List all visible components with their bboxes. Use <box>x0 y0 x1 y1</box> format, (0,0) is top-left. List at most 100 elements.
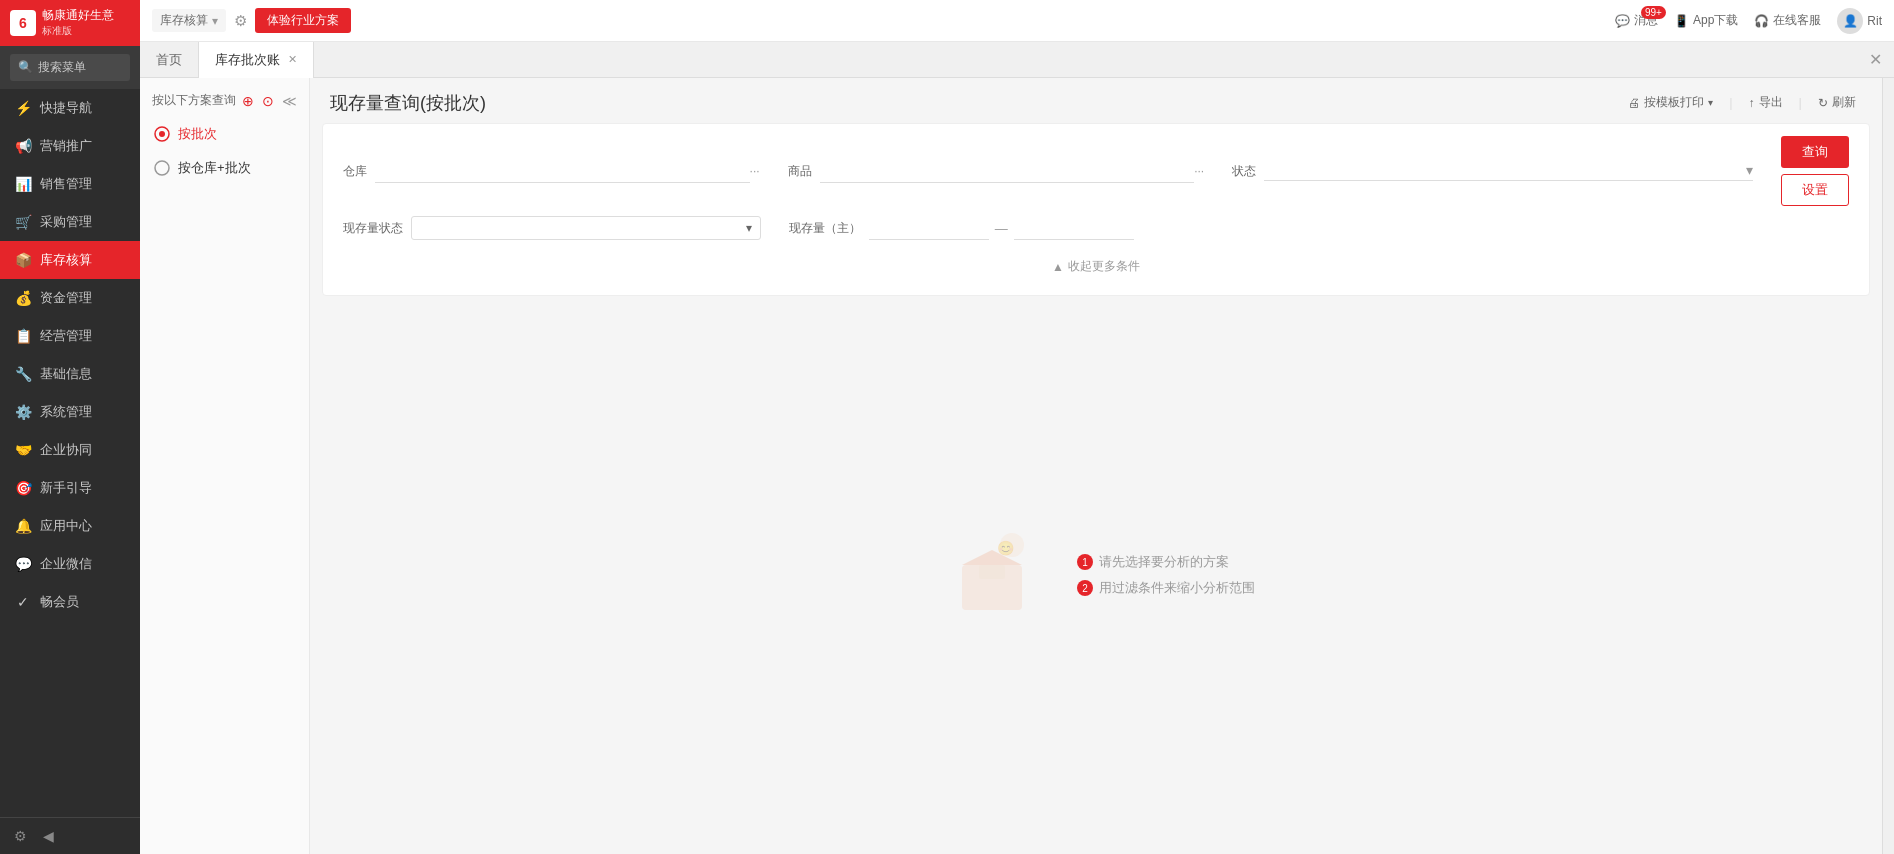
search-icon: 🔍 <box>18 60 33 74</box>
topbar-left: 库存核算 ▾ ⚙ 体验行业方案 <box>152 8 351 33</box>
collapse-icon: ▲ <box>1052 260 1064 274</box>
filter-item-by-warehouse-batch[interactable]: 按仓库+批次 <box>140 151 309 185</box>
status-dropdown-icon[interactable]: ▾ <box>1746 162 1753 178</box>
svg-text:😊: 😊 <box>997 540 1015 557</box>
product-input[interactable] <box>820 160 1195 183</box>
empty-tips: 1 请先选择要分析的方案 2 用过滤条件来缩小分析范围 <box>1077 553 1255 605</box>
svg-rect-5 <box>979 565 1005 579</box>
warehouse-label: 仓库 <box>343 163 367 180</box>
message-badge: 99+ <box>1641 6 1666 19</box>
panel-close-button[interactable]: ✕ <box>1857 50 1894 69</box>
sidebar-item-marketing[interactable]: 📢 营销推广 <box>0 127 140 165</box>
trial-button[interactable]: 体验行业方案 <box>255 8 351 33</box>
member-icon: ✓ <box>14 593 32 611</box>
purchase-icon: 🛒 <box>14 213 32 231</box>
sidebar-item-wechat[interactable]: 💬 企业微信 <box>0 545 140 583</box>
settings-filter-icon[interactable]: ⊙ <box>262 93 274 109</box>
empty-illustration: 😊 <box>937 515 1047 644</box>
stock-status-select-arrow: ▾ <box>746 221 752 235</box>
collapse-conditions-button[interactable]: ▲ 收起更多条件 <box>343 250 1849 283</box>
sidebar-item-member[interactable]: ✓ 畅会员 <box>0 583 140 621</box>
warehouse-more[interactable]: ··· <box>750 164 760 178</box>
quick-nav-icon: ⚡ <box>14 99 32 117</box>
sidebar-footer: ⚙ ◀ <box>0 817 140 854</box>
topbar: 库存核算 ▾ ⚙ 体验行业方案 💬 消息 99+ 📱 App下载 🎧 在线客服 <box>140 0 1894 42</box>
filter-header-icons: ⊕ ⊙ ≪ <box>242 93 297 109</box>
refresh-button[interactable]: ↻ 刷新 <box>1812 90 1862 115</box>
product-more[interactable]: ··· <box>1194 164 1204 178</box>
tab-home[interactable]: 首页 <box>140 42 199 78</box>
wechat-icon: 💬 <box>14 555 32 573</box>
sidebar-item-enterprise[interactable]: 🤝 企业协同 <box>0 431 140 469</box>
tab-batch-account[interactable]: 库存批次账 ✕ <box>199 42 314 78</box>
sidebar-item-quick-nav[interactable]: ⚡ 快捷导航 <box>0 89 140 127</box>
sidebar-item-newbie[interactable]: 🎯 新手引导 <box>0 469 140 507</box>
newbie-icon: 🎯 <box>14 479 32 497</box>
svg-point-1 <box>159 131 165 137</box>
topbar-settings-icon[interactable]: ⚙ <box>234 12 247 30</box>
action-divider-1: | <box>1729 95 1732 110</box>
system-icon: ⚙️ <box>14 403 32 421</box>
print-dropdown-icon: ▾ <box>1708 97 1713 108</box>
stock-status-select[interactable]: ▾ <box>411 216 761 240</box>
tab-close-icon[interactable]: ✕ <box>288 53 297 66</box>
service-icon: 🎧 <box>1754 14 1769 28</box>
main-area: 库存核算 ▾ ⚙ 体验行业方案 💬 消息 99+ 📱 App下载 🎧 在线客服 <box>140 0 1894 854</box>
user-profile-button[interactable]: 👤 Rit <box>1837 8 1882 34</box>
stock-qty-max-input[interactable] <box>1014 217 1134 240</box>
query-area: 现存量查询(按批次) 🖨 按模板打印 ▾ | ↑ 导出 | ↻ <box>310 78 1882 854</box>
set-button[interactable]: 设置 <box>1781 174 1849 206</box>
sidebar-item-purchase[interactable]: 🛒 采购管理 <box>0 203 140 241</box>
app-download-button[interactable]: 📱 App下载 <box>1674 12 1738 29</box>
empty-tip-1: 1 请先选择要分析的方案 <box>1077 553 1255 571</box>
warehouse-input[interactable] <box>375 160 750 183</box>
inventory-icon: 📦 <box>14 251 32 269</box>
filter-title: 按以下方案查询 <box>152 92 236 109</box>
footer-settings-button[interactable]: ⚙ <box>14 828 27 844</box>
add-filter-icon[interactable]: ⊕ <box>242 93 254 109</box>
print-button[interactable]: 🖨 按模板打印 ▾ <box>1622 90 1719 115</box>
sidebar-item-appstore[interactable]: 🔔 应用中心 <box>0 507 140 545</box>
sidebar-item-inventory[interactable]: 📦 库存核算 <box>0 241 140 279</box>
sidebar-item-sales[interactable]: 📊 销售管理 <box>0 165 140 203</box>
appstore-icon: 🔔 <box>14 517 32 535</box>
refresh-icon: ↻ <box>1818 96 1828 110</box>
stock-status-field: 现存量状态 ▾ <box>343 216 761 240</box>
sidebar-item-operations[interactable]: 📋 经营管理 <box>0 317 140 355</box>
empty-state: 😊 1 请先选择要分析的方案 2 用过滤条件来缩小分析范围 <box>310 304 1882 854</box>
breadcrumb-chevron-icon: ▾ <box>212 14 218 28</box>
avatar-placeholder-icon: 👤 <box>1843 14 1858 28</box>
action-divider-2: | <box>1799 95 1802 110</box>
export-button[interactable]: ↑ 导出 <box>1743 90 1789 115</box>
sidebar-item-finance[interactable]: 💰 资金管理 <box>0 279 140 317</box>
warehouse-batch-filter-icon <box>154 160 170 176</box>
messages-button[interactable]: 💬 消息 99+ <box>1615 12 1658 29</box>
sidebar-header: 6 畅康通好生意 标准版 <box>0 0 140 46</box>
stock-qty-field: 现存量（主） — <box>789 217 1207 240</box>
page-title: 现存量查询(按批次) <box>330 91 486 115</box>
search-menu-button[interactable]: 🔍 搜索菜单 <box>10 54 130 81</box>
export-icon: ↑ <box>1749 96 1755 110</box>
finance-icon: 💰 <box>14 289 32 307</box>
stock-qty-min-input[interactable] <box>869 217 989 240</box>
tip-num-2: 2 <box>1077 580 1093 596</box>
collapse-filter-icon[interactable]: ≪ <box>282 93 297 109</box>
topbar-right: 💬 消息 99+ 📱 App下载 🎧 在线客服 👤 Rit <box>1615 8 1882 34</box>
tab-bar: 首页 库存批次账 ✕ ✕ <box>140 42 1894 78</box>
footer-collapse-button[interactable]: ◀ <box>43 828 54 844</box>
filter-item-by-batch[interactable]: 按批次 <box>140 117 309 151</box>
download-icon: 📱 <box>1674 14 1689 28</box>
message-icon: 💬 <box>1615 14 1630 28</box>
query-button[interactable]: 查询 <box>1781 136 1849 168</box>
header-actions: 🖨 按模板打印 ▾ | ↑ 导出 | ↻ 刷新 <box>1622 90 1862 115</box>
right-sidebar-handle[interactable] <box>1882 78 1894 854</box>
sidebar-item-system[interactable]: ⚙️ 系统管理 <box>0 393 140 431</box>
filter-header: 按以下方案查询 ⊕ ⊙ ≪ <box>140 88 309 117</box>
sidebar-item-basic[interactable]: 🔧 基础信息 <box>0 355 140 393</box>
online-service-button[interactable]: 🎧 在线客服 <box>1754 12 1821 29</box>
sidebar-nav: ⚡ 快捷导航 📢 营销推广 📊 销售管理 🛒 采购管理 📦 库存核算 💰 资金管… <box>0 89 140 817</box>
breadcrumb: 库存核算 ▾ <box>152 9 226 32</box>
sales-icon: 📊 <box>14 175 32 193</box>
batch-filter-icon <box>154 126 170 142</box>
operations-icon: 📋 <box>14 327 32 345</box>
